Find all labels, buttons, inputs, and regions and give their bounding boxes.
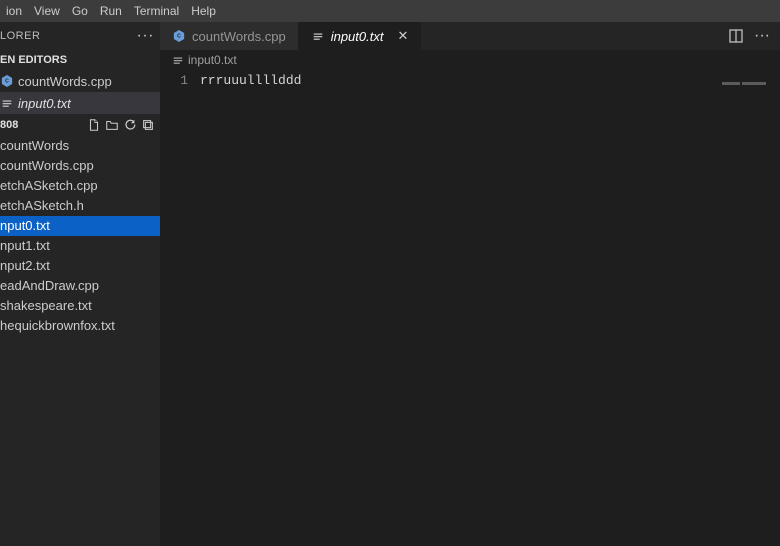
- text-file-icon: [311, 30, 325, 42]
- line-number-gutter: 1: [160, 70, 200, 546]
- folder-row[interactable]: 808: [0, 114, 160, 136]
- text-file-icon: [0, 97, 14, 109]
- collapse-all-icon[interactable]: [140, 117, 156, 133]
- split-editor-icon[interactable]: [728, 28, 744, 44]
- svg-text:C: C: [5, 79, 9, 85]
- file-item[interactable]: nput0.txt: [0, 216, 160, 236]
- menu-item-run[interactable]: Run: [94, 4, 128, 18]
- breadcrumb-path: input0.txt: [188, 53, 237, 67]
- menubar: ion View Go Run Terminal Help: [0, 0, 780, 22]
- tab-countwords[interactable]: C countWords.cpp: [160, 22, 299, 50]
- tab-label: input0.txt: [331, 29, 384, 44]
- editor-more-icon[interactable]: ···: [754, 27, 770, 45]
- menu-item-view[interactable]: View: [28, 4, 66, 18]
- file-item[interactable]: etchASketch.h: [0, 196, 160, 216]
- tab-bar: C countWords.cpp input0.txt ✕ ···: [160, 22, 780, 50]
- file-list: countWords countWords.cpp etchASketch.cp…: [0, 136, 160, 336]
- menu-item-selection-partial[interactable]: ion: [0, 4, 28, 18]
- open-editors-label: EN EDITORS: [0, 50, 160, 70]
- new-folder-icon[interactable]: [104, 117, 120, 133]
- svg-text:C: C: [177, 34, 181, 40]
- breadcrumb[interactable]: input0.txt: [160, 50, 780, 70]
- cpp-file-icon: C: [0, 75, 14, 87]
- code-body[interactable]: 1 rrruuullllddd: [160, 70, 780, 546]
- open-editor-item[interactable]: input0.txt: [0, 92, 160, 114]
- editor-area: C countWords.cpp input0.txt ✕ ···: [160, 22, 780, 546]
- open-editor-label: countWords.cpp: [18, 74, 112, 89]
- file-item[interactable]: hequickbrownfox.txt: [0, 316, 160, 336]
- file-item[interactable]: eadAndDraw.cpp: [0, 276, 160, 296]
- menu-item-terminal[interactable]: Terminal: [128, 4, 185, 18]
- close-icon[interactable]: ✕: [397, 28, 408, 44]
- open-editor-item[interactable]: C countWords.cpp: [0, 70, 160, 92]
- code-text[interactable]: rrruuullllddd: [200, 70, 780, 546]
- tab-label: countWords.cpp: [192, 29, 286, 44]
- explorer-header: LORER ···: [0, 22, 160, 50]
- cpp-file-icon: C: [172, 30, 186, 42]
- file-item[interactable]: etchASketch.cpp: [0, 176, 160, 196]
- file-item[interactable]: countWords: [0, 136, 160, 156]
- explorer-sidebar: LORER ··· EN EDITORS C countWords.cpp in…: [0, 22, 160, 546]
- file-item[interactable]: nput1.txt: [0, 236, 160, 256]
- folder-name: 808: [0, 119, 18, 131]
- refresh-icon[interactable]: [122, 117, 138, 133]
- open-editor-label: input0.txt: [18, 96, 71, 111]
- line-number: 1: [160, 72, 188, 90]
- file-item[interactable]: countWords.cpp: [0, 156, 160, 176]
- text-file-icon: [172, 54, 184, 66]
- tab-input0[interactable]: input0.txt ✕: [299, 22, 422, 50]
- file-item[interactable]: nput2.txt: [0, 256, 160, 276]
- menu-item-help[interactable]: Help: [185, 4, 222, 18]
- folder-actions: [86, 117, 156, 133]
- tab-bar-actions: ···: [718, 22, 780, 50]
- explorer-more-icon[interactable]: ···: [137, 27, 154, 45]
- code-line: rrruuullllddd: [200, 72, 780, 90]
- menu-item-go[interactable]: Go: [66, 4, 94, 18]
- explorer-title: LORER: [0, 30, 40, 42]
- file-item[interactable]: shakespeare.txt: [0, 296, 160, 316]
- new-file-icon[interactable]: [86, 117, 102, 133]
- minimap[interactable]: [722, 72, 772, 82]
